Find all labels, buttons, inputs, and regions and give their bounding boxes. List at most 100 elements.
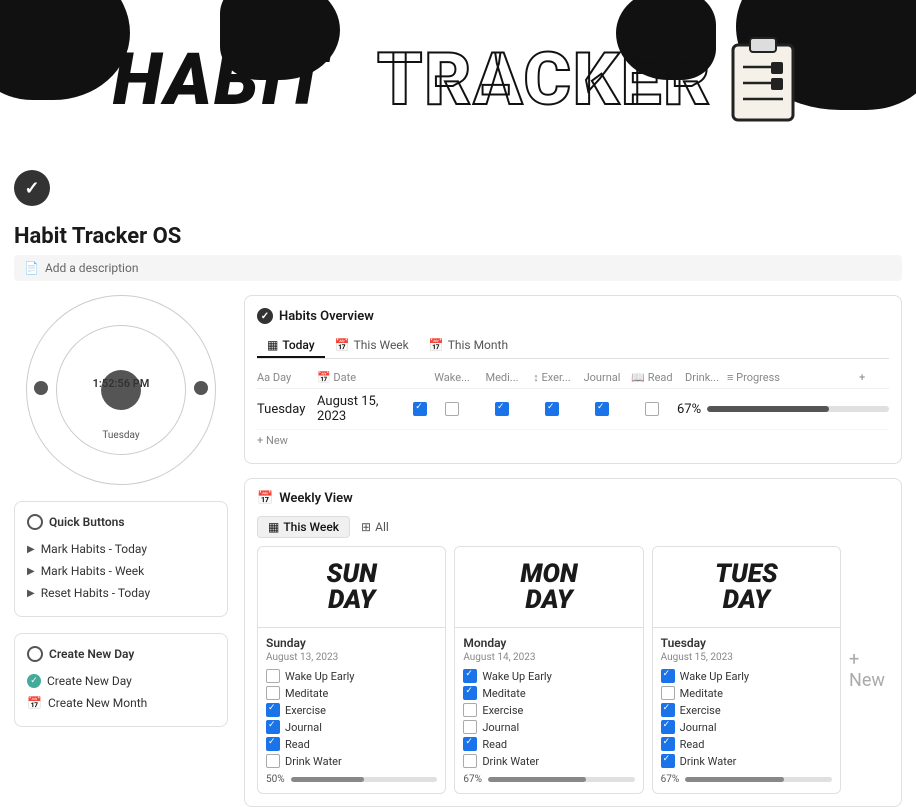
- sun-drink-check[interactable]: [266, 754, 280, 768]
- sun-progress-bar: [291, 777, 438, 782]
- row-progress: 67%: [677, 402, 889, 417]
- col-medi-header: Medi...: [477, 371, 527, 384]
- row-date-check[interactable]: [413, 402, 427, 416]
- right-main: ✓ Habits Overview ▦ Today 📅 This Week 📅 …: [244, 295, 902, 807]
- table-icon-2: ▦: [268, 520, 279, 534]
- left-sidebar: 1:52:56 PM Tuesday Quick Buttons ▶ Mark …: [14, 295, 244, 807]
- sunday-wake: Wake Up Early: [266, 669, 437, 683]
- sunday-meditate: Meditate: [266, 686, 437, 700]
- sun-progress-label: 50%: [266, 774, 285, 785]
- tuesday-header: TUESDAY: [653, 547, 840, 628]
- row-exer[interactable]: [527, 402, 577, 416]
- sunday-progress: 50%: [266, 774, 437, 785]
- monday-header: MONDAY: [455, 547, 642, 628]
- add-col-btn[interactable]: +: [859, 371, 889, 384]
- tuesday-progress: 67%: [661, 774, 832, 785]
- blob-tl: [0, 0, 130, 100]
- medi-checkbox[interactable]: [495, 402, 509, 416]
- mon-progress-bar: [488, 777, 635, 782]
- read-checkbox[interactable]: [645, 402, 659, 416]
- weekly-tab-all[interactable]: ⊞ All: [350, 516, 400, 538]
- tab-today[interactable]: ▦ Today: [257, 334, 325, 358]
- create-new-day-label: Create New Day: [47, 674, 132, 688]
- tuesday-exercise: Exercise: [661, 703, 832, 717]
- habit-table-header: Aa Day 📅 Date Wake... Medi... ↕ Exer... …: [257, 367, 889, 389]
- mon-read-check[interactable]: [463, 737, 477, 751]
- col-journal-header: Journal: [577, 371, 627, 384]
- habits-check-icon: ✓: [257, 308, 273, 324]
- tue-progress-label: 67%: [661, 774, 680, 785]
- exer-checkbox[interactable]: [545, 402, 559, 416]
- monday-journal: Journal: [463, 720, 634, 734]
- grid-icon: ⊞: [361, 520, 371, 534]
- day-card-monday: MONDAY Monday August 14, 2023 Wake Up Ea…: [454, 546, 643, 794]
- mon-jour-check[interactable]: [463, 720, 477, 734]
- sun-ex-check[interactable]: [266, 703, 280, 717]
- tue-med-check[interactable]: [661, 686, 675, 700]
- quick-buttons-section: Quick Buttons ▶ Mark Habits - Today ▶ Ma…: [14, 501, 228, 617]
- row-read[interactable]: [627, 402, 677, 416]
- quick-btn-week[interactable]: ▶ Mark Habits - Week: [27, 560, 215, 582]
- circle-icon: [27, 514, 43, 530]
- row-medi[interactable]: [477, 402, 527, 416]
- col-date-header: 📅 Date: [317, 371, 427, 384]
- mon-wake-check[interactable]: [463, 669, 477, 683]
- header-title: HABIT TRACKER: [113, 35, 804, 125]
- arrow-icon: ▶: [27, 566, 35, 577]
- tue-ex-check[interactable]: [661, 703, 675, 717]
- clock-dot-right: [194, 381, 208, 395]
- quick-btn-reset[interactable]: ▶ Reset Habits - Today: [27, 582, 215, 604]
- monday-date: August 14, 2023: [463, 652, 634, 663]
- row-journal[interactable]: [577, 402, 627, 416]
- mon-med-check[interactable]: [463, 686, 477, 700]
- col-drink-header: Drink...: [677, 371, 727, 384]
- mon-drink-check[interactable]: [463, 754, 477, 768]
- weekly-tab-thisweek[interactable]: ▦ This Week: [257, 516, 350, 538]
- sunday-header: SUNDAY: [258, 547, 445, 628]
- arrow-icon: ▶: [27, 544, 35, 555]
- tab-this-week[interactable]: 📅 This Week: [325, 334, 419, 358]
- add-description-label: Add a description: [45, 261, 139, 275]
- monday-progress: 67%: [463, 774, 634, 785]
- tue-wake-check[interactable]: [661, 669, 675, 683]
- monday-meditate: Meditate: [463, 686, 634, 700]
- cal-icon: 📅: [27, 696, 42, 710]
- sun-read-check[interactable]: [266, 737, 280, 751]
- table-row: Tuesday August 15, 2023 67%: [257, 389, 889, 430]
- header-banner: HABIT TRACKER: [0, 0, 916, 160]
- col-progress-header: ≡ Progress: [727, 371, 859, 384]
- sun-jour-check[interactable]: [266, 720, 280, 734]
- tab-this-month-label: This Month: [448, 338, 508, 352]
- title-habit: HABIT TRACKER: [113, 44, 713, 116]
- circle-icon-2: [27, 646, 43, 662]
- mon-ex-check[interactable]: [463, 703, 477, 717]
- row-wake[interactable]: [427, 402, 477, 416]
- tue-read-check[interactable]: [661, 737, 675, 751]
- create-new-month-btn[interactable]: 📅 Create New Month: [27, 692, 215, 714]
- journal-checkbox[interactable]: [595, 402, 609, 416]
- clipboard-icon: [728, 35, 803, 125]
- tab-this-month[interactable]: 📅 This Month: [419, 334, 518, 358]
- sun-med-check[interactable]: [266, 686, 280, 700]
- quick-buttons-title: Quick Buttons: [27, 514, 215, 530]
- weekly-view-section: 📅 Weekly View ▦ This Week ⊞ All SUNDAY: [244, 478, 902, 807]
- cal-icon-2: 📅: [429, 338, 444, 352]
- tab-this-week-label: This Week: [354, 338, 409, 352]
- add-description-bar[interactable]: 📄 Add a description: [14, 255, 902, 281]
- monday-wake: Wake Up Early: [463, 669, 634, 683]
- weekly-tab-all-label: All: [375, 520, 389, 534]
- tue-jour-check[interactable]: [661, 720, 675, 734]
- sunday-date: August 13, 2023: [266, 652, 437, 663]
- add-new-row[interactable]: + New: [257, 430, 889, 451]
- weekly-section-header: 📅 Weekly View: [257, 491, 889, 506]
- sun-wake-check[interactable]: [266, 669, 280, 683]
- quick-btn-today[interactable]: ▶ Mark Habits - Today: [27, 538, 215, 560]
- check-icon-sm: ✓: [27, 674, 41, 688]
- create-new-day-btn[interactable]: ✓ Create New Day: [27, 670, 215, 692]
- clock-dot-left: [34, 381, 48, 395]
- wake-checkbox[interactable]: [445, 402, 459, 416]
- habits-section-header: ✓ Habits Overview: [257, 308, 889, 324]
- tue-drink-check[interactable]: [661, 754, 675, 768]
- add-new-day-card[interactable]: + New: [849, 546, 889, 794]
- row-day: Tuesday: [257, 402, 317, 417]
